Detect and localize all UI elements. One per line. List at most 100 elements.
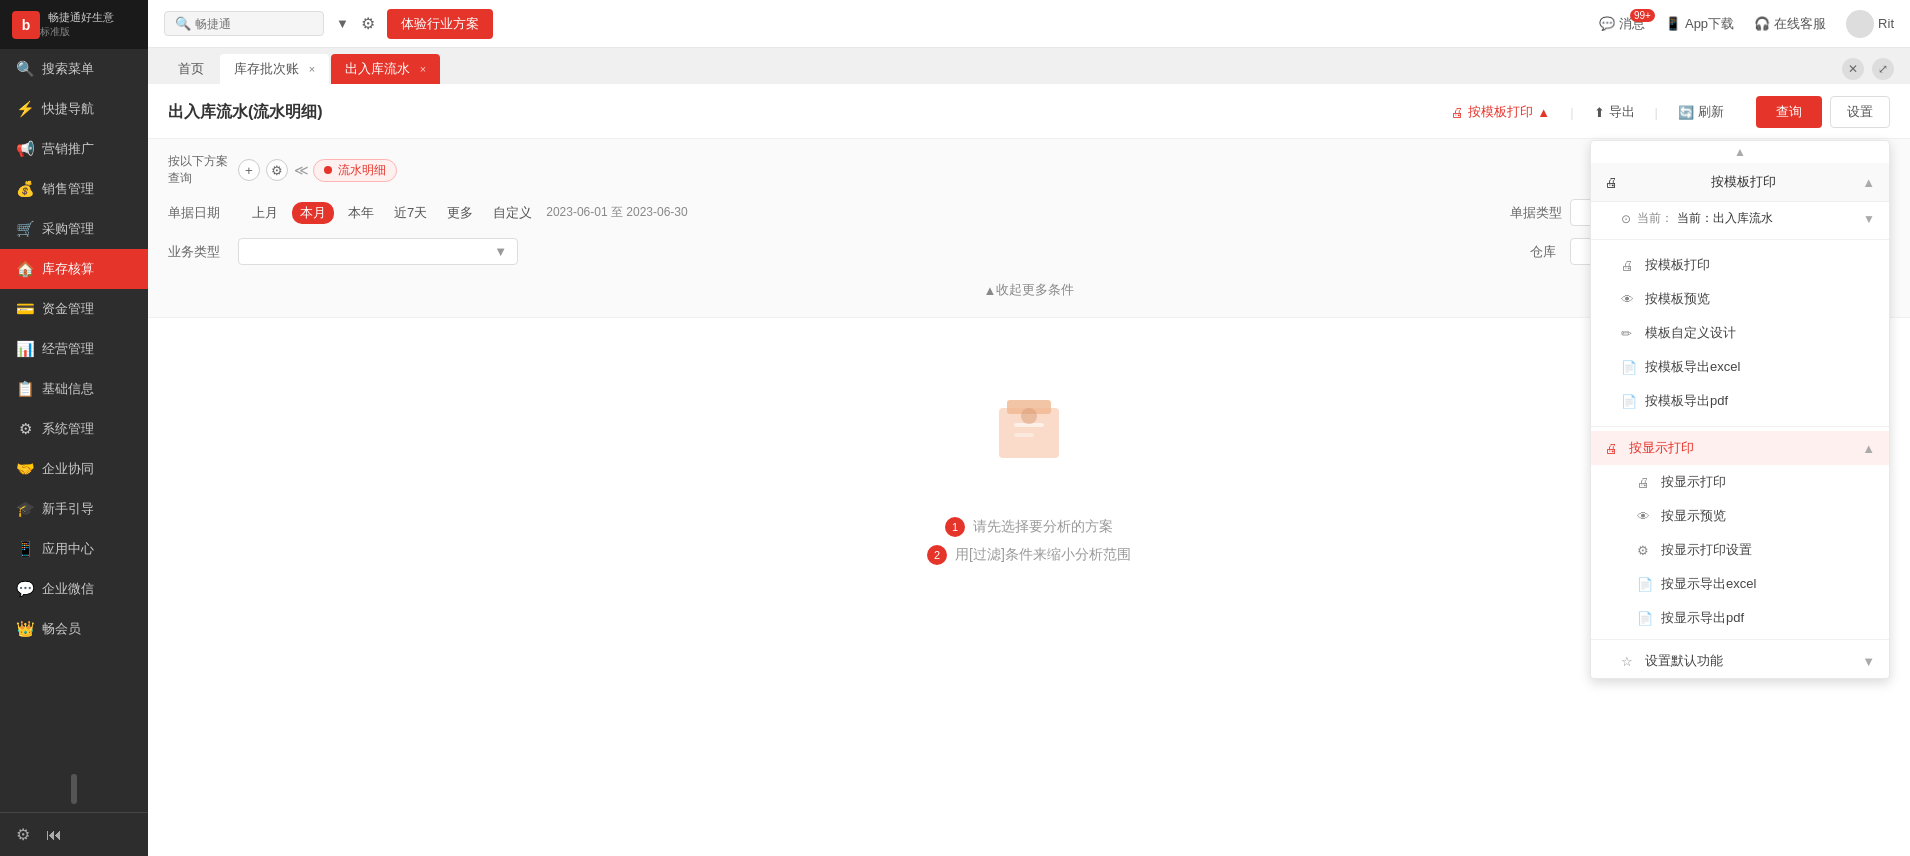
active-filter-tag[interactable]: 流水明细 [313,159,397,182]
trial-btn[interactable]: 体验行业方案 [387,9,493,39]
sidebar-item-quick-nav[interactable]: ⚡ 快捷导航 [0,89,148,129]
chevron-up-icon: ▲ [1537,105,1550,120]
sidebar-item-finance[interactable]: 💳 资金管理 [0,289,148,329]
set-default-label: 设置默认功能 [1645,652,1723,670]
date-last-month[interactable]: 上月 [246,202,284,224]
sidebar-item-search[interactable]: 🔍 搜索菜单 [0,49,148,89]
wechat-icon: 💬 [16,580,34,598]
user-avatar-area[interactable]: Rit [1846,10,1894,38]
printer-icon: 🖨 [1451,105,1464,120]
sidebar-item-guide[interactable]: 🎓 新手引导 [0,489,148,529]
date-7days[interactable]: 近7天 [388,202,433,224]
template-print-item[interactable]: 🖨 按模板打印 [1591,248,1889,282]
filter-settings-btn[interactable]: ⚙ [266,159,288,181]
date-more[interactable]: 更多 [441,202,479,224]
sidebar-item-vip[interactable]: 👑 畅会员 [0,609,148,649]
dropdown-close-arrow[interactable]: ▲ [1862,175,1875,190]
date-this-month[interactable]: 本月 [292,202,334,224]
refresh-btn[interactable]: 🔄 刷新 [1670,99,1732,125]
topbar-right: 💬 消息 99+ 📱 App下载 🎧 在线客服 Rit [1599,10,1894,38]
sidebar-item-purchase[interactable]: 🛒 采购管理 [0,209,148,249]
sidebar-item-inventory[interactable]: 🏠 库存核算 [0,249,148,289]
svg-point-4 [1021,408,1037,424]
scroll-up-icon[interactable]: ▲ [1734,145,1746,159]
tab-home-label: 首页 [178,61,204,76]
business-type-select[interactable]: ▼ [238,238,518,265]
filter-collapse-btn[interactable]: ≪ [294,162,309,178]
print-template-btn[interactable]: 🖨 按模板打印 ▲ [1443,99,1558,125]
search-box[interactable]: 🔍 [164,11,324,36]
template-excel-item[interactable]: 📄 按模板导出excel [1591,350,1889,384]
action-divider-1: | [1570,105,1573,120]
display-print-settings-item[interactable]: ⚙ 按显示打印设置 [1591,533,1889,567]
basic-icon: 📋 [16,380,34,398]
step-2-num: 2 [927,545,947,565]
sidebar-item-label: 库存核算 [42,260,94,278]
display-print-label: 按显示打印 [1661,473,1726,491]
online-service-item[interactable]: 🎧 在线客服 [1754,15,1826,33]
page-title: 出入库流水(流水明细) [168,102,323,123]
search-dropdown-icon[interactable]: ▼ [336,16,349,31]
sidebar-item-system[interactable]: ⚙ 系统管理 [0,409,148,449]
sidebar-item-wechat[interactable]: 💬 企业微信 [0,569,148,609]
export-btn[interactable]: ⬆ 导出 [1586,99,1643,125]
filter-tag-dot [324,166,332,174]
display-print-item[interactable]: 🖨 按显示打印 [1591,465,1889,499]
message-item[interactable]: 💬 消息 99+ [1599,15,1645,33]
current-arrow[interactable]: ▼ [1863,212,1875,226]
vip-icon: 👑 [16,620,34,638]
pdf-sub-icon: 📄 [1637,611,1653,626]
template-preview-item[interactable]: 👁 按模板预览 [1591,282,1889,316]
sidebar: b 畅捷通好生意 标准版 🔍 搜索菜单 ⚡ 快捷导航 📢 营销推广 💰 [0,0,148,856]
display-pdf-item[interactable]: 📄 按显示导出pdf [1591,601,1889,635]
design-icon: ✏ [1621,326,1637,341]
search-input[interactable] [195,17,295,31]
display-preview-item[interactable]: 👁 按显示预览 [1591,499,1889,533]
tab-flow-close[interactable]: × [420,63,426,75]
settings-bottom-icon[interactable]: ⚙ [16,825,30,844]
print-sub-icon: 🖨 [1637,475,1653,490]
query-btn[interactable]: 查询 [1756,96,1822,128]
template-pdf-item[interactable]: 📄 按模板导出pdf [1591,384,1889,418]
excel-sub-icon: 📄 [1637,577,1653,592]
print-template-label: 按模板打印 [1468,103,1533,121]
sidebar-item-label: 销售管理 [42,180,94,198]
date-this-year[interactable]: 本年 [342,202,380,224]
date-label: 单据日期 [168,204,238,222]
sidebar-item-label: 营销推广 [42,140,94,158]
sidebar-item-sales[interactable]: 💰 销售管理 [0,169,148,209]
sidebar-item-label: 快捷导航 [42,100,94,118]
gear-icon[interactable]: ⚙ [361,14,375,33]
sidebar-item-basic[interactable]: 📋 基础信息 [0,369,148,409]
template-custom-item[interactable]: ✏ 模板自定义设计 [1591,316,1889,350]
sidebar-item-marketing[interactable]: 📢 营销推广 [0,129,148,169]
filter-add-btn[interactable]: + [238,159,260,181]
current-value: 当前：出入库流水 [1677,210,1773,227]
tab-batch[interactable]: 库存批次账 × [220,54,329,84]
dropdown-current: ⊙ 当前： 当前：出入库流水 ▼ [1591,202,1889,235]
expand-window-btn[interactable]: ⤢ [1872,58,1894,80]
page-actions: 🖨 按模板打印 ▲ | ⬆ 导出 | 🔄 刷新 查询 [1443,96,1890,128]
sidebar-bottom: ⚙ ⏮ [0,812,148,856]
close-window-btn[interactable]: ✕ [1842,58,1864,80]
set-default-item[interactable]: ☆ 设置默认功能 ▼ [1591,644,1889,678]
app-download-item[interactable]: 📱 App下载 [1665,15,1734,33]
collapse-sidebar-icon[interactable]: ⏮ [46,826,62,844]
tab-home[interactable]: 首页 [164,54,218,84]
empty-step-1: 1 请先选择要分析的方案 [945,517,1113,537]
refresh-icon: 🔄 [1678,105,1694,120]
date-custom[interactable]: 自定义 [487,202,538,224]
collapse-conditions-btn[interactable]: ▲ 收起更多条件 [968,277,1091,303]
export-icon: ⬆ [1594,105,1605,120]
display-section-header[interactable]: 🖨 按显示打印 ▲ [1591,431,1889,465]
display-excel-item[interactable]: 📄 按显示导出excel [1591,567,1889,601]
settings-btn[interactable]: 设置 [1830,96,1890,128]
sidebar-item-collab[interactable]: 🤝 企业协同 [0,449,148,489]
tab-flow[interactable]: 出入库流水 × [331,54,440,84]
avatar [1846,10,1874,38]
app-center-icon: 📱 [16,540,34,558]
tab-batch-close[interactable]: × [309,63,315,75]
sidebar-item-operations[interactable]: 📊 经营管理 [0,329,148,369]
sidebar-item-app-center[interactable]: 📱 应用中心 [0,529,148,569]
display-section-label: 按显示打印 [1629,439,1694,457]
